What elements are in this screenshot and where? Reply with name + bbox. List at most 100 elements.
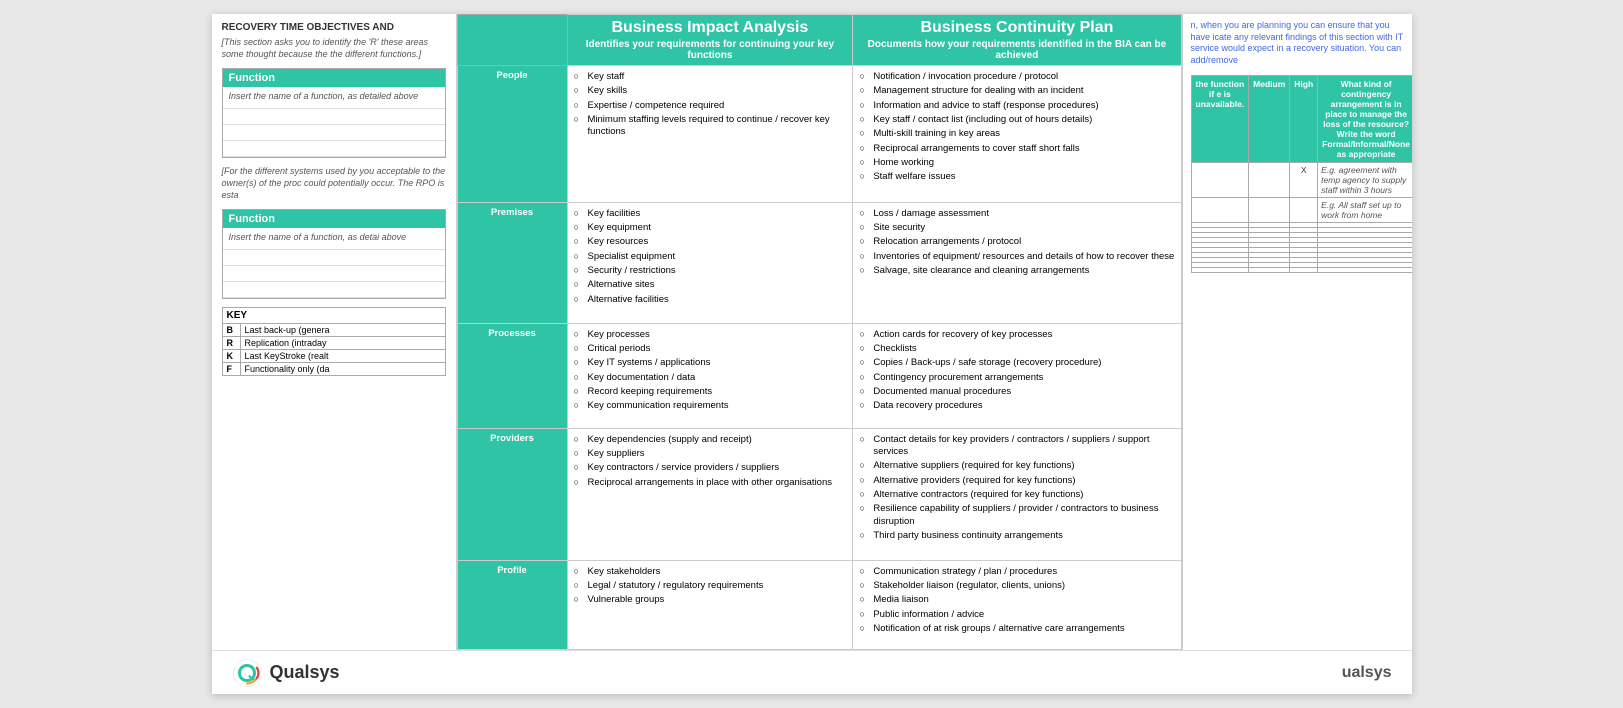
list-item: Key dependencies (supply and receipt)	[574, 433, 847, 447]
high-cell-1[interactable]: X	[1290, 162, 1318, 197]
function-row-2c[interactable]	[223, 282, 445, 298]
key-desc-k: Last KeyStroke (realt	[240, 350, 445, 363]
medium-cell-2[interactable]	[1249, 197, 1290, 222]
category-people: People	[457, 66, 567, 203]
high-cell-12[interactable]	[1290, 267, 1318, 272]
rto-italic: [This section asks you to identify the '…	[222, 37, 446, 60]
bcp-subtitle: Documents how your requirements identifi…	[859, 39, 1174, 61]
list-item: Alternative sites	[574, 278, 847, 292]
list-item: Checklists	[859, 342, 1174, 356]
footer: Qualsys ualsys	[212, 650, 1412, 694]
col-high-header: High	[1290, 75, 1318, 162]
list-item: Action cards for recovery of key process…	[859, 328, 1174, 342]
function-row-1c[interactable]	[223, 141, 445, 157]
list-item: Data recovery procedures	[859, 399, 1174, 413]
list-item: Key communication requirements	[574, 399, 847, 413]
function-row-1b[interactable]	[223, 125, 445, 141]
unavail-cell-12[interactable]	[1191, 267, 1249, 272]
list-item: Notification of at risk groups / alterna…	[859, 622, 1174, 636]
list-item: Key staff / contact list (including out …	[859, 113, 1174, 127]
right-intro-text: n, when you are planning you can ensure …	[1191, 20, 1404, 67]
list-item: Copies / Back-ups / safe storage (recove…	[859, 356, 1174, 370]
list-item: Key skills	[574, 84, 847, 98]
category-providers: Providers	[457, 428, 567, 560]
list-item: Communication strategy / plan / procedur…	[859, 565, 1174, 579]
list-item: Vulnerable groups	[574, 593, 847, 607]
list-item: Key resources	[574, 235, 847, 249]
contingency-cell-2[interactable]: E.g. All staff set up to work from home	[1318, 197, 1412, 222]
medium-cell-12[interactable]	[1249, 267, 1290, 272]
list-item: Staff welfare issues	[859, 170, 1174, 184]
list-item: Stakeholder liaison (regulator, clients,…	[859, 579, 1174, 593]
key-row-r: R Replication (intraday	[222, 337, 445, 350]
col-medium-header: Medium	[1249, 75, 1290, 162]
bia-premises: Key facilities Key equipment Key resourc…	[567, 202, 853, 323]
list-item: Media liaison	[859, 593, 1174, 607]
unavail-cell-2[interactable]	[1191, 197, 1249, 222]
key-letter-f: F	[222, 363, 240, 376]
table-row-processes: Processes Key processes Critical periods…	[457, 323, 1181, 428]
list-item: Third party business continuity arrangem…	[859, 529, 1174, 543]
function-body-2[interactable]: Insert the name of a function, as detai …	[223, 228, 445, 250]
bcp-processes: Action cards for recovery of key process…	[853, 323, 1181, 428]
contingency-cell-12[interactable]	[1318, 267, 1412, 272]
list-item: Specialist equipment	[574, 250, 847, 264]
list-item: Critical periods	[574, 342, 847, 356]
table-row-profile: Profile Key stakeholders Legal / statuto…	[457, 560, 1181, 649]
list-item: Salvage, site clearance and cleaning arr…	[859, 264, 1174, 278]
list-item: Key suppliers	[574, 447, 847, 461]
main-content: RECOVERY TIME OBJECTIVES AND [This secti…	[212, 14, 1412, 650]
list-item: Reciprocal arrangements in place with ot…	[574, 476, 847, 490]
key-table: KEY B Last back-up (genera R Replication…	[222, 307, 446, 376]
key-row-f: F Functionality only (da	[222, 363, 445, 376]
list-item: Public information / advice	[859, 608, 1174, 622]
key-letter-r: R	[222, 337, 240, 350]
list-item: Minimum staffing levels required to cont…	[574, 113, 847, 140]
key-letter-k: K	[222, 350, 240, 363]
bcp-header: Business Continuity Plan Documents how y…	[853, 15, 1181, 66]
list-item: Key contractors / service providers / su…	[574, 461, 847, 475]
list-item: Key staff	[574, 70, 847, 84]
contingency-cell-1[interactable]: E.g. agreement with temp agency to suppl…	[1318, 162, 1412, 197]
list-item: Alternative contractors (required for ke…	[859, 488, 1174, 502]
left-panel: RECOVERY TIME OBJECTIVES AND [This secti…	[212, 14, 457, 650]
rpo-italic: [For the different systems used by you a…	[222, 166, 446, 201]
list-item: Key documentation / data	[574, 371, 847, 385]
function-row-1a[interactable]	[223, 109, 445, 125]
list-item: Security / restrictions	[574, 264, 847, 278]
list-item: Record keeping requirements	[574, 385, 847, 399]
bcp-profile: Communication strategy / plan / procedur…	[853, 560, 1181, 649]
bcp-people: Notification / invocation procedure / pr…	[853, 66, 1181, 203]
key-title: KEY	[222, 308, 445, 324]
key-letter-b: B	[222, 324, 240, 337]
unavail-cell-1[interactable]	[1191, 162, 1249, 197]
function-body-1[interactable]: Insert the name of a function, as detail…	[223, 87, 445, 109]
function-row-2b[interactable]	[223, 266, 445, 282]
bia-processes: Key processes Critical periods Key IT sy…	[567, 323, 853, 428]
function-row-2a[interactable]	[223, 250, 445, 266]
table-row-providers: Providers Key dependencies (supply and r…	[457, 428, 1181, 560]
bia-profile: Key stakeholders Legal / statutory / reg…	[567, 560, 853, 649]
table-row-people: People Key staff Key skills Expertise / …	[457, 66, 1181, 203]
list-item: Alternative suppliers (required for key …	[859, 459, 1174, 473]
bia-header: Business Impact Analysis Identifies your…	[567, 15, 853, 66]
bcp-people-list: Notification / invocation procedure / pr…	[859, 70, 1174, 185]
function-box-1: Function Insert the name of a function, …	[222, 68, 446, 158]
footer-logo-left: Qualsys	[232, 658, 340, 688]
col-contingency-header: What kind of contingency arrangement is …	[1318, 75, 1412, 162]
high-cell-2[interactable]	[1290, 197, 1318, 222]
bia-providers: Key dependencies (supply and receipt) Ke…	[567, 428, 853, 560]
list-item: Key stakeholders	[574, 565, 847, 579]
bia-people: Key staff Key skills Expertise / compete…	[567, 66, 853, 203]
function-header-1: Function	[223, 69, 445, 87]
right-panel: n, when you are planning you can ensure …	[1182, 14, 1412, 650]
medium-cell-1[interactable]	[1249, 162, 1290, 197]
list-item: Loss / damage assessment	[859, 207, 1174, 221]
list-item: Resilience capability of suppliers / pro…	[859, 502, 1174, 529]
key-desc-b: Last back-up (genera	[240, 324, 445, 337]
list-item: Management structure for dealing with an…	[859, 84, 1174, 98]
list-item: Key equipment	[574, 221, 847, 235]
list-item: Legal / statutory / regulatory requireme…	[574, 579, 847, 593]
list-item: Alternative facilities	[574, 293, 847, 307]
contingency-row-12	[1191, 267, 1412, 272]
